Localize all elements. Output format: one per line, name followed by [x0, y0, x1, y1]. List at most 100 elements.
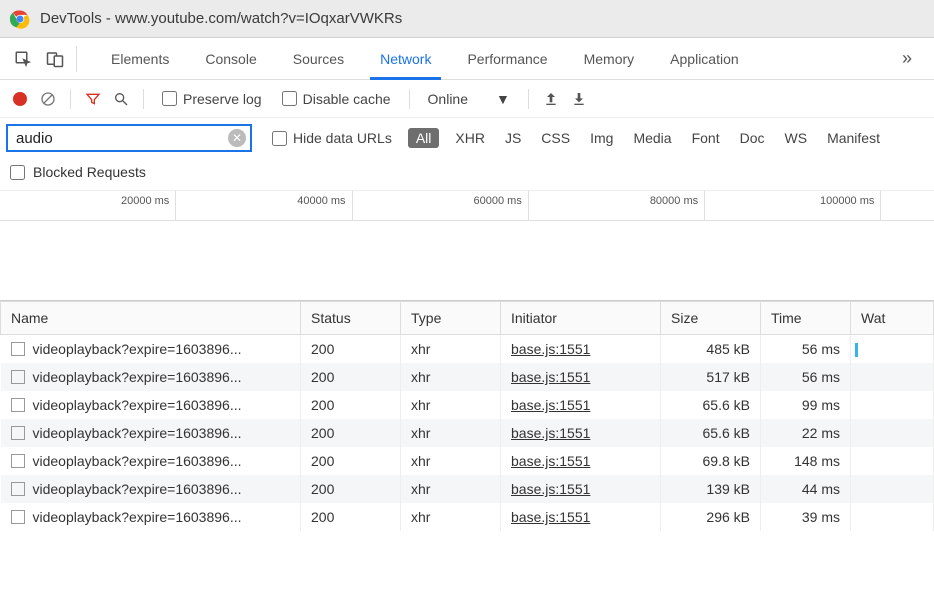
request-status: 200 — [301, 335, 401, 364]
preserve-log-checkbox[interactable]: Preserve log — [162, 91, 262, 107]
disable-cache-label: Disable cache — [303, 91, 391, 107]
request-type: xhr — [401, 475, 501, 503]
disable-cache-checkbox[interactable]: Disable cache — [282, 91, 391, 107]
type-filter-all[interactable]: All — [408, 128, 440, 148]
col-time[interactable]: Time — [761, 302, 851, 335]
request-time: 56 ms — [761, 335, 851, 364]
col-size[interactable]: Size — [661, 302, 761, 335]
tab-memory[interactable]: Memory — [566, 38, 653, 80]
request-size: 296 kB — [661, 503, 761, 531]
type-filter-media[interactable]: Media — [629, 128, 675, 148]
request-name: videoplayback?expire=1603896... — [33, 481, 242, 497]
timeline-tick: 80000 ms — [650, 195, 698, 207]
tab-elements[interactable]: Elements — [93, 38, 187, 80]
request-status: 200 — [301, 503, 401, 531]
timeline-tick: 60000 ms — [474, 195, 522, 207]
request-name: videoplayback?expire=1603896... — [33, 453, 242, 469]
waterfall-bar — [855, 343, 858, 357]
filter-toggle-icon[interactable] — [81, 87, 105, 111]
timeline-overview[interactable]: 20000 ms 40000 ms 60000 ms 80000 ms 100000 m… — [0, 191, 934, 301]
clear-filter-icon[interactable]: ✕ — [228, 129, 246, 147]
table-row[interactable]: videoplayback?expire=1603896... 200xhrbas… — [1, 503, 934, 531]
throttling-select[interactable]: Online ▼ — [428, 91, 510, 107]
filter-input[interactable] — [16, 130, 228, 147]
waterfall-cell — [851, 335, 934, 364]
request-size: 69.8 kB — [661, 447, 761, 475]
request-time: 148 ms — [761, 447, 851, 475]
request-initiator[interactable]: base.js:1551 — [511, 453, 590, 469]
tab-sources[interactable]: Sources — [275, 38, 362, 80]
clear-button[interactable] — [36, 87, 60, 111]
search-icon[interactable] — [109, 87, 133, 111]
throttle-value: Online — [428, 91, 468, 107]
type-filter-css[interactable]: CSS — [537, 128, 574, 148]
table-row[interactable]: videoplayback?expire=1603896...200xhrbas… — [1, 363, 934, 391]
timeline-tick: 40000 ms — [297, 195, 345, 207]
col-initiator[interactable]: Initiator — [501, 302, 661, 335]
tab-application[interactable]: Application — [652, 38, 757, 80]
request-size: 65.6 kB — [661, 391, 761, 419]
type-filter-img[interactable]: Img — [586, 128, 617, 148]
col-status[interactable]: Status — [301, 302, 401, 335]
blocked-requests-row: Blocked Requests — [0, 158, 934, 191]
timeline-tick: 20000 ms — [121, 195, 169, 207]
request-initiator[interactable]: base.js:1551 — [511, 369, 590, 385]
type-filter-doc[interactable]: Doc — [736, 128, 769, 148]
tab-network[interactable]: Network — [362, 38, 449, 80]
request-status: 200 — [301, 391, 401, 419]
file-icon — [11, 510, 25, 524]
main-tabs: Elements Console Sources Network Perform… — [0, 38, 934, 80]
type-filter-font[interactable]: Font — [688, 128, 724, 148]
filter-input-wrap[interactable]: ✕ — [6, 124, 252, 152]
device-toggle-icon[interactable] — [46, 50, 64, 68]
table-row[interactable]: videoplayback?expire=1603896... 200xhrbas… — [1, 391, 934, 419]
table-row[interactable]: videoplayback?expire=1603896... 200xhrbas… — [1, 475, 934, 503]
table-row[interactable]: videoplayback?expire=1603896...200xhrbas… — [1, 335, 934, 364]
request-initiator[interactable]: base.js:1551 — [511, 425, 590, 441]
request-status: 200 — [301, 475, 401, 503]
table-row[interactable]: videoplayback?expire=1603896...200xhrbas… — [1, 419, 934, 447]
tab-performance[interactable]: Performance — [449, 38, 565, 80]
request-time: 99 ms — [761, 391, 851, 419]
request-type: xhr — [401, 503, 501, 531]
request-initiator[interactable]: base.js:1551 — [511, 341, 590, 357]
col-waterfall[interactable]: Wat — [851, 302, 934, 335]
request-time: 22 ms — [761, 419, 851, 447]
type-filter-js[interactable]: JS — [501, 128, 525, 148]
request-type: xhr — [401, 447, 501, 475]
timeline-tick: 100000 ms — [820, 195, 874, 207]
col-type[interactable]: Type — [401, 302, 501, 335]
request-name: videoplayback?expire=1603896... — [33, 397, 242, 413]
request-size: 65.6 kB — [661, 419, 761, 447]
hide-data-urls-checkbox[interactable]: Hide data URLs — [272, 130, 392, 146]
window-title: DevTools - www.youtube.com/watch?v=IOqxa… — [40, 10, 402, 27]
blocked-requests-checkbox[interactable] — [10, 165, 25, 180]
request-initiator[interactable]: base.js:1551 — [511, 397, 590, 413]
request-type: xhr — [401, 335, 501, 364]
record-button[interactable] — [8, 87, 32, 111]
waterfall-cell — [851, 475, 934, 503]
request-initiator[interactable]: base.js:1551 — [511, 481, 590, 497]
request-name: videoplayback?expire=1603896... — [33, 509, 242, 525]
request-size: 485 kB — [661, 335, 761, 364]
type-filter-ws[interactable]: WS — [781, 128, 812, 148]
hide-data-urls-label: Hide data URLs — [293, 130, 392, 146]
type-filter-manifest[interactable]: Manifest — [823, 128, 884, 148]
file-icon — [11, 398, 25, 412]
waterfall-cell — [851, 391, 934, 419]
tab-console[interactable]: Console — [187, 38, 274, 80]
inspect-icon[interactable] — [14, 50, 32, 68]
upload-har-icon[interactable] — [539, 87, 563, 111]
request-initiator[interactable]: base.js:1551 — [511, 509, 590, 525]
table-row[interactable]: videoplayback?expire=1603896... 200xhrbas… — [1, 447, 934, 475]
type-filter-xhr[interactable]: XHR — [451, 128, 489, 148]
download-har-icon[interactable] — [567, 87, 591, 111]
request-time: 39 ms — [761, 503, 851, 531]
waterfall-cell — [851, 419, 934, 447]
request-status: 200 — [301, 447, 401, 475]
col-name[interactable]: Name — [1, 302, 301, 335]
more-tabs-icon[interactable]: » — [890, 48, 924, 69]
file-icon — [11, 342, 25, 356]
request-type: xhr — [401, 391, 501, 419]
request-status: 200 — [301, 363, 401, 391]
